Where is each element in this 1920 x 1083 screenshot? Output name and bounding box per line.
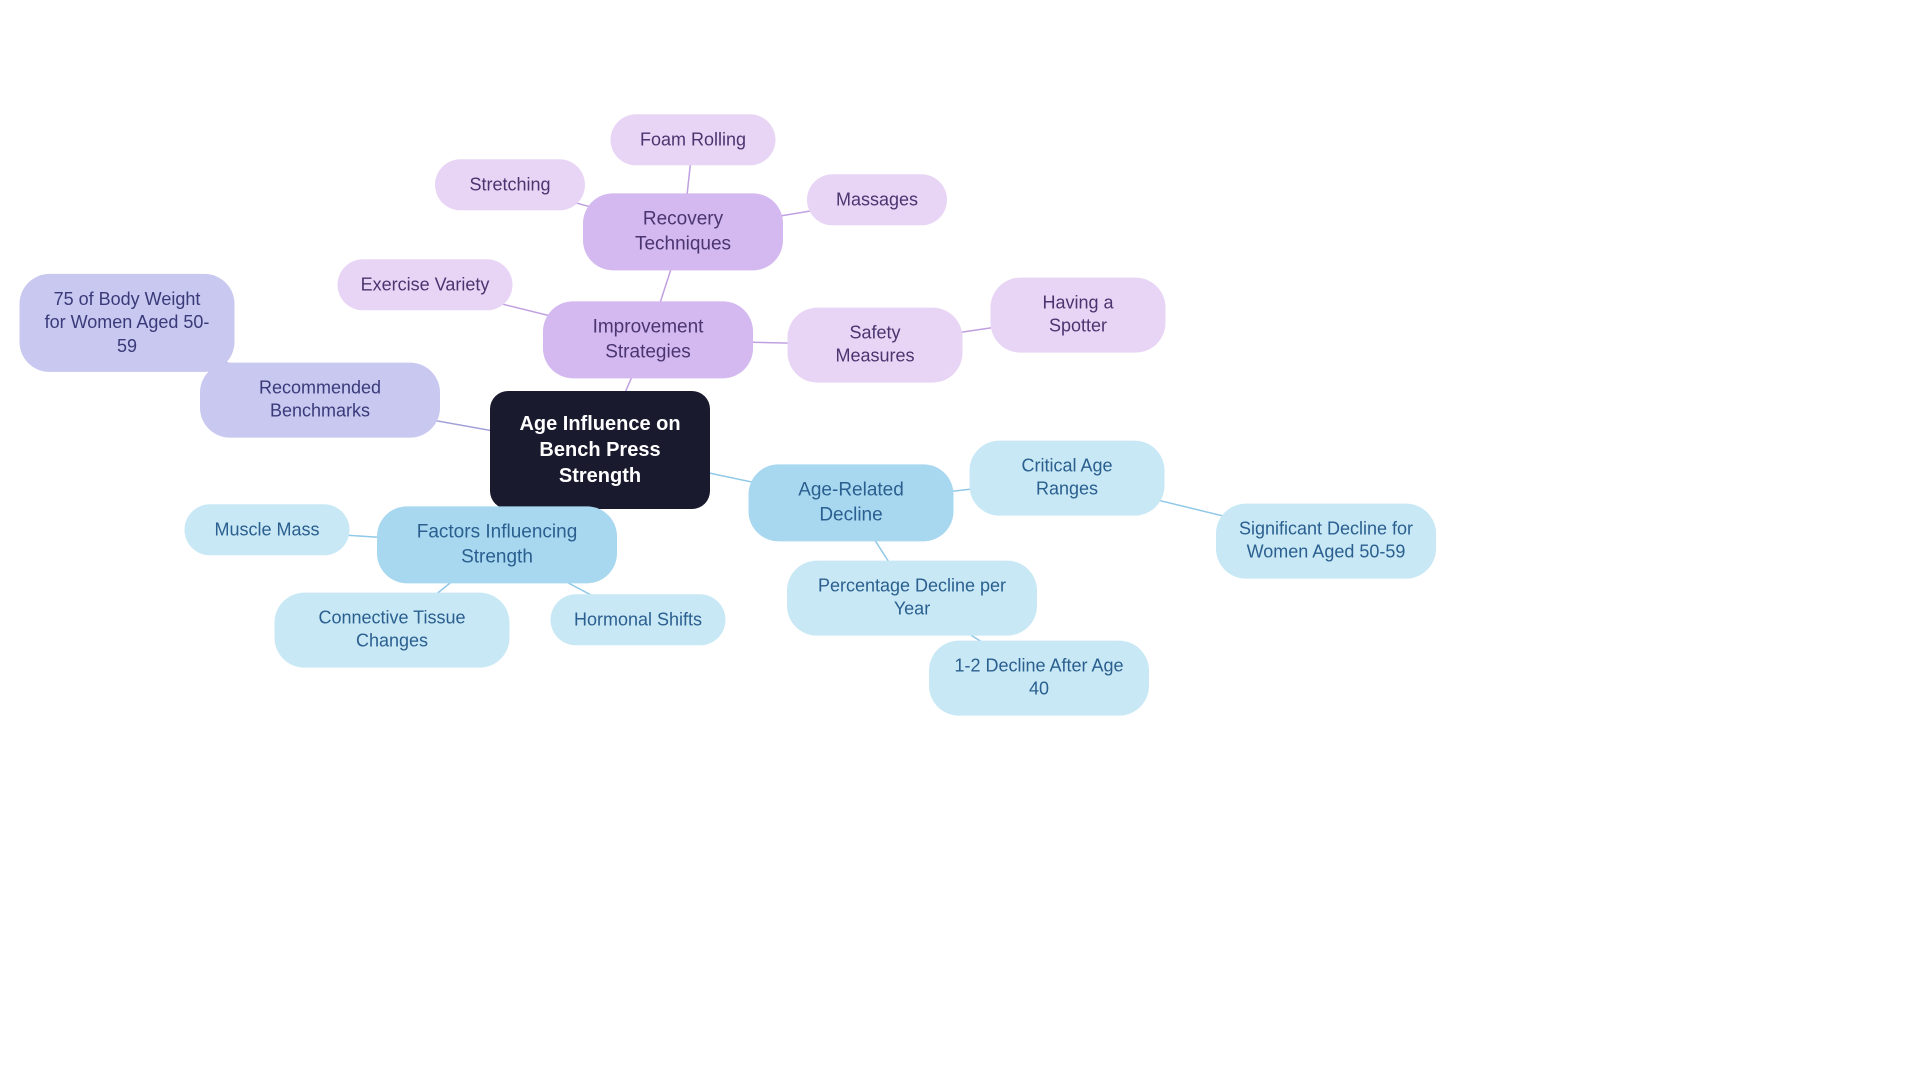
node-factors-influencing-strength[interactable]: Factors Influencing Strength — [377, 506, 617, 583]
node-improvement-strategies[interactable]: Improvement Strategies — [543, 301, 753, 378]
node-foam-rolling[interactable]: Foam Rolling — [611, 114, 776, 165]
node-1-2-decline[interactable]: 1-2 Decline After Age 40 — [929, 641, 1149, 716]
node-connective-tissue[interactable]: Connective Tissue Changes — [275, 593, 510, 668]
node-exercise-variety[interactable]: Exercise Variety — [338, 259, 513, 310]
node-stretching[interactable]: Stretching — [435, 159, 585, 210]
node-percentage-decline[interactable]: Percentage Decline per Year — [787, 561, 1037, 636]
mind-map: Age Influence on Bench Press Strength Imp… — [0, 0, 1920, 1083]
node-critical-age-ranges[interactable]: Critical Age Ranges — [970, 441, 1165, 516]
node-significant-decline[interactable]: Significant Decline for Women Aged 50-59 — [1216, 504, 1436, 579]
node-recovery-techniques[interactable]: Recovery Techniques — [583, 193, 783, 270]
node-center[interactable]: Age Influence on Bench Press Strength — [490, 391, 710, 509]
node-age-related-decline[interactable]: Age-Related Decline — [749, 464, 954, 541]
node-safety-measures[interactable]: Safety Measures — [788, 308, 963, 383]
node-massages[interactable]: Massages — [807, 174, 947, 225]
node-hormonal-shifts[interactable]: Hormonal Shifts — [551, 594, 726, 645]
node-75-body-weight[interactable]: 75 of Body Weight for Women Aged 50-59 — [20, 274, 235, 372]
node-muscle-mass[interactable]: Muscle Mass — [185, 504, 350, 555]
node-recommended-benchmarks[interactable]: Recommended Benchmarks — [200, 363, 440, 438]
node-having-a-spotter[interactable]: Having a Spotter — [991, 278, 1166, 353]
